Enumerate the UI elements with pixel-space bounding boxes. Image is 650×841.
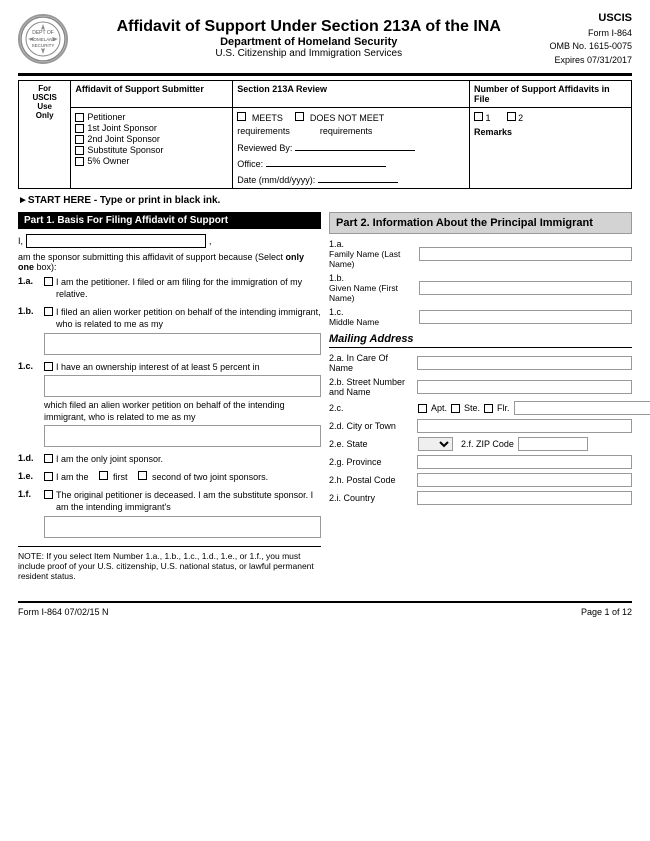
omb-number: OMB No. 1615-0075 (549, 40, 632, 54)
apt-number-input[interactable] (514, 401, 650, 415)
part1-section: Part 1. Basis For Filing Affidavit of Su… (18, 212, 321, 581)
office-input[interactable] (266, 155, 386, 167)
svg-text:SECURITY: SECURITY (32, 43, 55, 48)
province-input[interactable] (417, 455, 632, 469)
zip-input[interactable] (518, 437, 588, 451)
item-1a-checkbox[interactable] (44, 277, 53, 286)
remarks-label: Remarks (474, 127, 627, 137)
form-id: Form I-864 07/02/15 N (18, 607, 109, 617)
five-percent-checkbox[interactable] (75, 157, 84, 166)
street-row: 2.b. Street Number and Name (329, 377, 632, 397)
item-1f-input[interactable] (44, 516, 321, 538)
item-1c-row: 1.c. I have an ownership interest of at … (18, 361, 321, 449)
review-header-cell: Section 213A Review (233, 81, 470, 108)
form-number: Form I-864 (549, 27, 632, 41)
uscis-logo: DEPT OF HOMELAND SECURITY (18, 14, 68, 64)
petitioner-option: Petitioner (75, 112, 228, 122)
first-joint-checkbox[interactable] (75, 124, 84, 133)
number-1-checkbox[interactable] (474, 112, 483, 121)
flr-checkbox[interactable] (484, 404, 493, 413)
reviewed-by-input[interactable] (295, 139, 415, 151)
item-1c-relation-input[interactable] (44, 425, 321, 447)
item-1e-first-checkbox[interactable] (99, 471, 108, 480)
number-header-cell: Number of Support Affidavits in File (470, 81, 632, 108)
agency-name: U.S. Citizenship and Immigration Service… (68, 48, 549, 59)
number-2-checkbox[interactable] (507, 112, 516, 121)
item-1e-second-checkbox[interactable] (138, 471, 147, 480)
family-name-row: 1.a. Family Name (Last Name) (329, 239, 632, 269)
note-section: NOTE: If you select Item Number 1.a., 1.… (18, 546, 321, 581)
item-1d-checkbox[interactable] (44, 454, 53, 463)
given-name-input[interactable] (419, 281, 632, 295)
province-row: 2.g. Province (329, 455, 632, 469)
uscis-label: USCIS (549, 10, 632, 27)
apt-checkbox[interactable] (418, 404, 427, 413)
page: DEPT OF HOMELAND SECURITY Affidavit of S… (0, 0, 650, 841)
header: DEPT OF HOMELAND SECURITY Affidavit of S… (18, 10, 632, 76)
for-uscis-cell: For USCIS Use Only (19, 81, 71, 189)
middle-name-row: 1.c. Middle Name (329, 307, 632, 327)
state-select[interactable] (418, 437, 453, 451)
item-1e-row: 1.e. I am the first second of two joint … (18, 471, 321, 485)
city-input[interactable] (417, 419, 632, 433)
mailing-address-header: Mailing Address (329, 333, 632, 348)
street-input[interactable] (417, 380, 632, 394)
svg-text:DEPT OF: DEPT OF (32, 30, 54, 36)
does-not-meet-checkbox[interactable] (295, 112, 304, 121)
expiry-date: Expires 07/31/2017 (549, 54, 632, 68)
item-1d-row: 1.d. I am the only joint sponsor. (18, 453, 321, 467)
meets-checkbox[interactable] (237, 112, 246, 121)
header-right: USCIS Form I-864 OMB No. 1615-0075 Expir… (549, 10, 632, 67)
in-care-of-row: 2.a. In Care Of Name (329, 353, 632, 373)
item-1a-row: 1.a. I am the petitioner. I filed or am … (18, 276, 321, 302)
middle-name-input[interactable] (419, 310, 632, 324)
sponsor-name-input[interactable] (26, 234, 206, 248)
header-title: Affidavit of Support Under Section 213A … (68, 18, 549, 59)
info-table: For USCIS Use Only Affidavit of Support … (18, 80, 632, 189)
petitioner-checkbox[interactable] (75, 113, 84, 122)
ste-checkbox[interactable] (451, 404, 460, 413)
page-number: Page 1 of 12 (581, 607, 632, 617)
date-input[interactable] (318, 171, 398, 183)
main-title: Affidavit of Support Under Section 213A … (68, 18, 549, 36)
item-1c-company-input[interactable] (44, 375, 321, 397)
first-joint-option: 1st Joint Sponsor (75, 123, 228, 133)
city-row: 2.d. City or Town (329, 419, 632, 433)
item-1b-input[interactable] (44, 333, 321, 355)
country-row: 2.i. Country (329, 491, 632, 505)
postal-code-row: 2.h. Postal Code (329, 473, 632, 487)
country-input[interactable] (417, 491, 632, 505)
second-joint-option: 2nd Joint Sponsor (75, 134, 228, 144)
state-zip-row: 2.e. State 2.f. ZIP Code (329, 437, 632, 451)
item-1b-checkbox[interactable] (44, 307, 53, 316)
part1-header: Part 1. Basis For Filing Affidavit of Su… (18, 212, 321, 229)
item-1c-checkbox[interactable] (44, 362, 53, 371)
substitute-checkbox[interactable] (75, 146, 84, 155)
department-name: Department of Homeland Security (68, 36, 549, 48)
sponsor-intro: I, , (18, 234, 321, 248)
footer: Form I-864 07/02/15 N Page 1 of 12 (18, 601, 632, 617)
submitter-header-cell: Affidavit of Support Submitter (71, 81, 233, 108)
review-fields-cell: MEETS DOES NOT MEET requirements require… (233, 108, 470, 189)
family-name-input[interactable] (419, 247, 632, 261)
part2-header: Part 2. Information About the Principal … (329, 212, 632, 234)
item-1e-checkbox[interactable] (44, 472, 53, 481)
start-here-text: ►START HERE - Type or print in black ink… (18, 195, 632, 206)
submitter-options-cell: Petitioner 1st Joint Sponsor 2nd Joint S… (71, 108, 233, 189)
number-options-cell: 1 2 Remarks (470, 108, 632, 189)
apt-ste-flr-row: 2.c. Apt. Ste. Flr. (329, 401, 632, 415)
in-care-of-input[interactable] (417, 356, 632, 370)
substitute-option: Substitute Sponsor (75, 145, 228, 155)
five-percent-option: 5% Owner (75, 156, 228, 166)
postal-code-input[interactable] (417, 473, 632, 487)
item-1f-checkbox[interactable] (44, 490, 53, 499)
meets-row: MEETS DOES NOT MEET (237, 111, 465, 123)
main-content: Part 1. Basis For Filing Affidavit of Su… (18, 212, 632, 581)
item-1b-row: 1.b. I filed an alien worker petition on… (18, 306, 321, 356)
part2-section: Part 2. Information About the Principal … (329, 212, 632, 581)
given-name-row: 1.b. Given Name (First Name) (329, 273, 632, 303)
second-joint-checkbox[interactable] (75, 135, 84, 144)
item-1f-row: 1.f. The original petitioner is deceased… (18, 489, 321, 539)
